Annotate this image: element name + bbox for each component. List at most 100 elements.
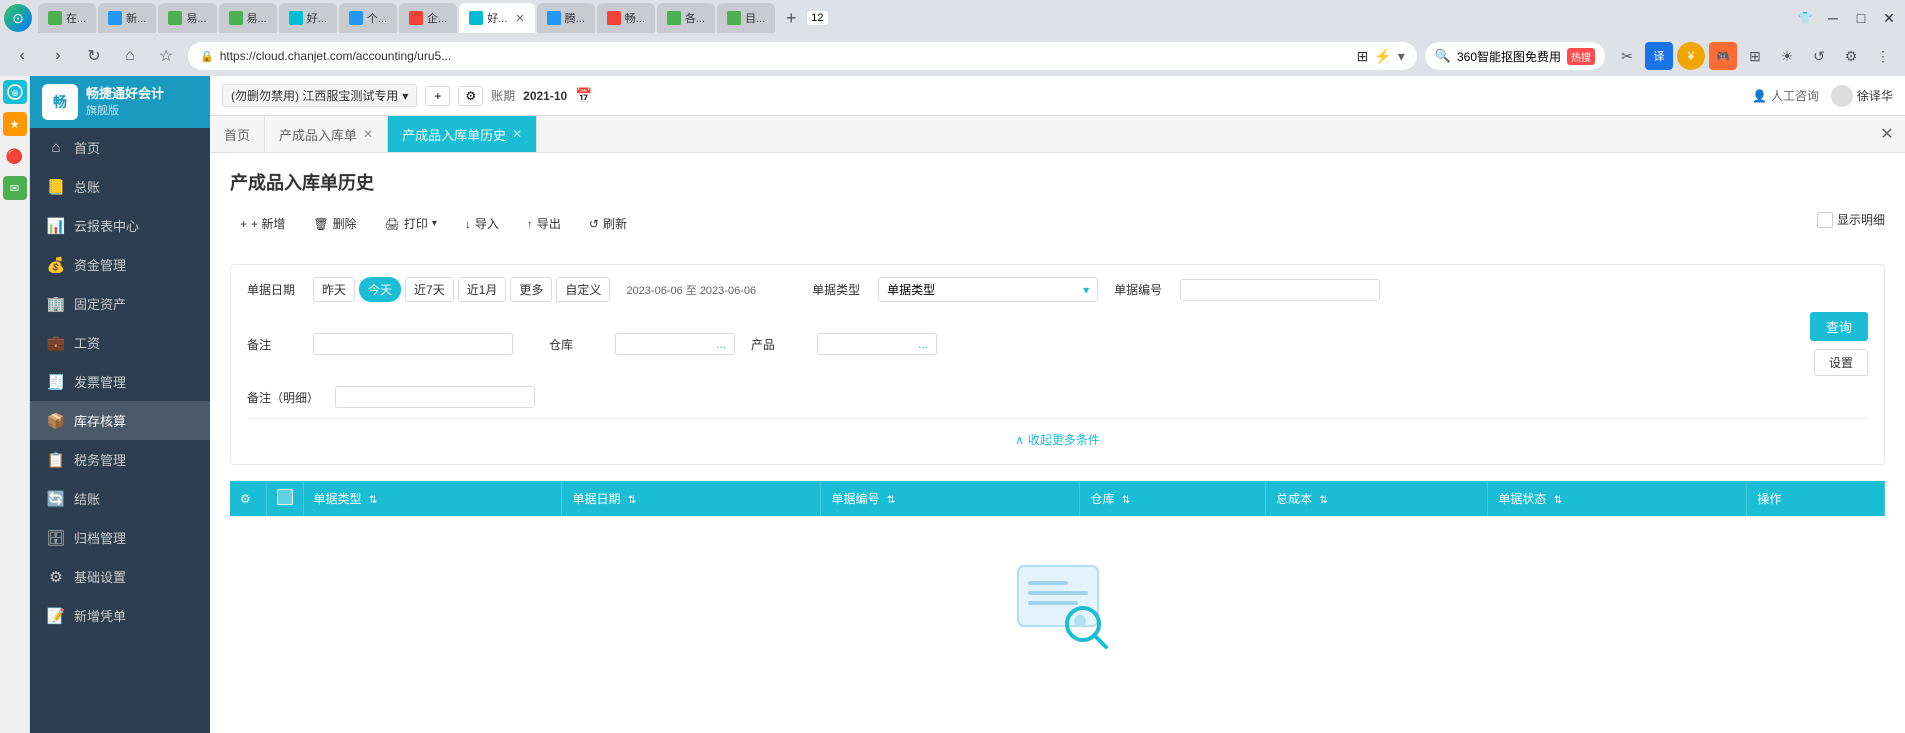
- browser-tab-7[interactable]: 企...: [399, 3, 457, 33]
- more-icon[interactable]: ⋮: [1869, 42, 1897, 70]
- scissors-icon[interactable]: ✂: [1613, 42, 1641, 70]
- date-btn-more[interactable]: 更多: [510, 277, 552, 302]
- show-col-checkbox[interactable]: [1817, 212, 1833, 228]
- date-btn-yesterday[interactable]: 昨天: [313, 277, 355, 302]
- tab-list-close[interactable]: ✕: [363, 127, 373, 141]
- sidebar-item-checkout[interactable]: 🔄 结账: [30, 479, 210, 518]
- sidebar-item-invoice[interactable]: 🧾 发票管理: [30, 362, 210, 401]
- select-all-checkbox[interactable]: [277, 489, 293, 505]
- browser-tab-6[interactable]: 个...: [339, 3, 397, 33]
- th-gear[interactable]: ⚙: [230, 481, 266, 516]
- product-select[interactable]: ...: [817, 333, 937, 355]
- page-tab-list[interactable]: 产成品入库单 ✕: [265, 116, 388, 152]
- calendar-icon[interactable]: 📅: [575, 87, 592, 104]
- refresh2-icon[interactable]: ↺: [1805, 42, 1833, 70]
- add-company-button[interactable]: +: [425, 86, 450, 106]
- assistant-link[interactable]: 👤 人工咨询: [1752, 87, 1819, 104]
- page-tab-home[interactable]: 首页: [210, 116, 265, 152]
- sidebar-item-report[interactable]: 📊 云报表中心: [30, 206, 210, 245]
- browser-tab-12[interactable]: 目...: [717, 3, 775, 33]
- browser-tab-1[interactable]: 在...: [38, 3, 96, 33]
- sidebar-item-tax[interactable]: 📋 税务管理: [30, 440, 210, 479]
- sidebar-item-settings[interactable]: ⚙ 基础设置: [30, 557, 210, 596]
- add-button[interactable]: + + 新增: [230, 211, 295, 236]
- collapse-filter-button[interactable]: ∧ 收起更多条件: [1011, 427, 1104, 452]
- browser-tab-8[interactable]: 好... ✕: [459, 3, 534, 33]
- date-btn-7days[interactable]: 近7天: [405, 277, 454, 302]
- company-settings-button[interactable]: ⚙: [458, 86, 483, 106]
- settings-icon[interactable]: ⚙: [1837, 42, 1865, 70]
- back-button[interactable]: ‹: [8, 42, 36, 70]
- filter-row-3: 备注（明细）: [247, 386, 1868, 408]
- type-sort-icon[interactable]: ⇅: [369, 495, 377, 506]
- minimize-button[interactable]: ─: [1821, 6, 1845, 30]
- grid-icon[interactable]: ⊞: [1741, 42, 1769, 70]
- date-btn-custom[interactable]: 自定义: [556, 277, 610, 302]
- sidebar-item-funds[interactable]: 💰 资金管理: [30, 245, 210, 284]
- shirt-icon[interactable]: 👕: [1793, 6, 1817, 30]
- remark-input[interactable]: [313, 333, 513, 355]
- lightning-icon[interactable]: ⚡: [1374, 48, 1391, 65]
- left-icon-1[interactable]: ⊕: [3, 80, 27, 104]
- date-btn-today[interactable]: 今天: [359, 277, 401, 302]
- sidebar-item-archive[interactable]: 🗄 归档管理: [30, 518, 210, 557]
- browser-tab-10[interactable]: 畅...: [597, 3, 655, 33]
- tab-history-close[interactable]: ✕: [512, 127, 522, 141]
- status-sort-icon[interactable]: ⇅: [1554, 495, 1562, 506]
- close-button[interactable]: ✕: [1877, 6, 1901, 30]
- reload-button[interactable]: ↻: [80, 42, 108, 70]
- game-icon[interactable]: 🎮: [1709, 42, 1737, 70]
- warehouse-sort-icon[interactable]: ⇅: [1122, 495, 1130, 506]
- user-info[interactable]: 徐译华: [1831, 85, 1893, 107]
- print-button[interactable]: 🖨 打印: [375, 211, 447, 236]
- th-check[interactable]: [266, 481, 303, 516]
- type-filter-select[interactable]: 单据类型 ▾: [878, 277, 1098, 302]
- new-tab-button[interactable]: +: [777, 4, 805, 32]
- date-btn-1month[interactable]: 近1月: [458, 277, 507, 302]
- address-input[interactable]: 🔒 https://cloud.chanjet.com/accounting/u…: [188, 42, 1417, 70]
- import-button[interactable]: ↓ 导入: [455, 211, 509, 236]
- refresh-button[interactable]: ↺ 刷新: [579, 211, 637, 236]
- browser-tab-5[interactable]: 好...: [279, 3, 337, 33]
- sidebar-item-inventory[interactable]: 📦 库存核算: [30, 401, 210, 440]
- browser-tab-2[interactable]: 新...: [98, 3, 156, 33]
- sidebar-item-home[interactable]: ⌂ 首页: [30, 128, 210, 167]
- translate-icon[interactable]: 译: [1645, 42, 1673, 70]
- extensions-icon[interactable]: ⊞: [1357, 48, 1369, 65]
- sun-icon[interactable]: ☀: [1773, 42, 1801, 70]
- browser-tab-4[interactable]: 易...: [219, 3, 277, 33]
- browser-tab-3[interactable]: 易...: [158, 3, 216, 33]
- export-button[interactable]: ↑ 导出: [517, 211, 571, 236]
- sidebar-item-newbill[interactable]: 📝 新增凭单: [30, 596, 210, 635]
- delete-button[interactable]: 🗑 删除: [303, 211, 366, 236]
- no-sort-icon[interactable]: ⇅: [887, 495, 895, 506]
- show-columns-button[interactable]: 显示明细: [1817, 211, 1885, 228]
- query-button[interactable]: 查询: [1810, 312, 1868, 341]
- sidebar-item-payroll[interactable]: 💼 工资: [30, 323, 210, 362]
- browser-tab-bar: ⊙ 在... 新... 易... 易... 好... 个... 企.: [0, 0, 1905, 36]
- browser-tab-11[interactable]: 各...: [657, 3, 715, 33]
- home-button[interactable]: ⌂: [116, 42, 144, 70]
- left-icon-2[interactable]: ★: [3, 112, 27, 136]
- bookmark-button[interactable]: ☆: [152, 42, 180, 70]
- page-tab-history[interactable]: 产成品入库单历史 ✕: [388, 116, 537, 152]
- sidebar-item-ledger[interactable]: 📒 总账: [30, 167, 210, 206]
- cost-sort-icon[interactable]: ⇅: [1319, 495, 1327, 506]
- setting-button[interactable]: 设置: [1814, 349, 1868, 376]
- detail-remark-input[interactable]: [335, 386, 535, 408]
- tab-8-close[interactable]: ✕: [515, 12, 524, 25]
- yen-icon[interactable]: ¥: [1677, 42, 1705, 70]
- left-icon-3[interactable]: 🔴: [3, 144, 27, 168]
- bill-no-input[interactable]: [1180, 279, 1380, 301]
- maximize-button[interactable]: □: [1849, 6, 1873, 30]
- warehouse-select[interactable]: ...: [615, 333, 735, 355]
- forward-button[interactable]: ›: [44, 42, 72, 70]
- browser-tab-9[interactable]: 腾...: [537, 3, 595, 33]
- company-selector[interactable]: (勿删勿禁用) 江西服宝测试专用 ▾: [222, 84, 417, 107]
- sidebar-item-fixed[interactable]: 🏢 固定资产: [30, 284, 210, 323]
- left-icon-4[interactable]: ✉: [3, 176, 27, 200]
- panel-close-button[interactable]: ✕: [1869, 116, 1905, 152]
- dropdown-icon[interactable]: ▾: [1398, 48, 1405, 65]
- search-bar[interactable]: 🔍 360智能抠图免费用 热搜: [1425, 42, 1605, 70]
- date-sort-icon[interactable]: ⇅: [628, 495, 636, 506]
